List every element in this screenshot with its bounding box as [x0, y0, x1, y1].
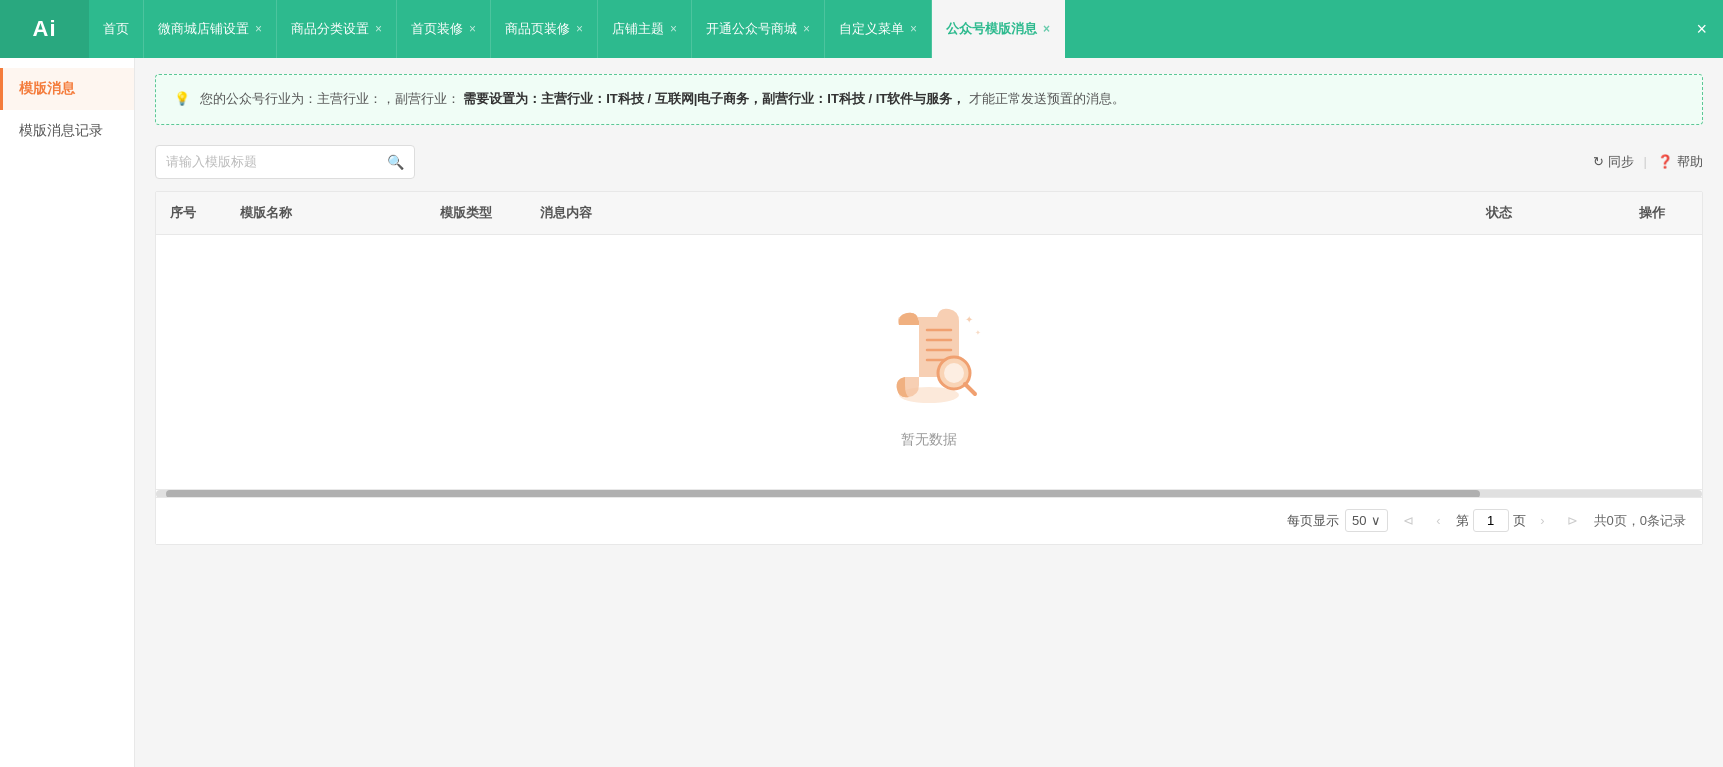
nav-tab-shop-theme[interactable]: 店铺主题× [598, 0, 692, 58]
tab-close-product-page-decor[interactable]: × [576, 22, 583, 36]
sidebar-item-template-msg-log[interactable]: 模版消息记录 [0, 110, 134, 152]
help-label: 帮助 [1677, 153, 1703, 171]
help-icon: ❓ [1657, 154, 1673, 169]
page-label: 第 [1456, 512, 1469, 530]
page-suffix: 页 [1513, 512, 1526, 530]
col-type: 模版类型 [426, 192, 526, 234]
empty-text: 暂无数据 [901, 431, 957, 449]
tab-close-template-msg[interactable]: × [1043, 22, 1050, 36]
page-size-dropdown[interactable]: 50 ∨ [1345, 509, 1387, 532]
sync-label: 同步 [1608, 153, 1634, 171]
logo: Ai [0, 0, 89, 58]
last-page-button[interactable]: ⊳ [1560, 508, 1586, 534]
notice-prefix: 您的公众号行业为：主营行业：，副营行业： [200, 91, 460, 106]
notice-suffix: 才能正常发送预置的消息。 [969, 91, 1125, 106]
main-layout: 模版消息模版消息记录 💡 您的公众号行业为：主营行业：，副营行业： 需要设置为：… [0, 58, 1723, 767]
empty-illustration: ✦ ✦ [869, 295, 989, 415]
page-nav: ⊲ ‹ 第 页 › ⊳ [1396, 508, 1586, 534]
tab-close-shop-theme[interactable]: × [670, 22, 677, 36]
svg-text:✦: ✦ [975, 329, 981, 336]
search-icon[interactable]: 🔍 [387, 154, 404, 170]
notice-box: 💡 您的公众号行业为：主营行业：，副营行业： 需要设置为：主营行业：IT科技 /… [155, 74, 1703, 125]
nav-tabs: 首页微商城店铺设置×商品分类设置×首页装修×商品页装修×店铺主题×开通公众号商城… [89, 0, 1680, 58]
sidebar: 模版消息模版消息记录 [0, 58, 135, 767]
empty-state: ✦ ✦ 暂无数据 [156, 235, 1702, 489]
pagination: 每页显示 50 ∨ ⊲ ‹ 第 页 › ⊳ 共0页，0条记录 [156, 497, 1702, 544]
col-name: 模版名称 [226, 192, 426, 234]
data-table: 序号 模版名称 模版类型 消息内容 状态 操作 [155, 191, 1703, 545]
global-close-button[interactable]: × [1680, 0, 1723, 58]
nav-tab-open-wechat-mall[interactable]: 开通公众号商城× [692, 0, 825, 58]
page-size-select: 每页显示 50 ∨ [1287, 509, 1387, 532]
nav-tab-product-category[interactable]: 商品分类设置× [277, 0, 397, 58]
horizontal-scrollbar[interactable] [156, 489, 1702, 497]
tab-close-open-wechat-mall[interactable]: × [803, 22, 810, 36]
nav-tab-template-msg[interactable]: 公众号模版消息× [932, 0, 1065, 58]
scrollbar-track [156, 490, 1702, 497]
tab-close-wsc-settings[interactable]: × [255, 22, 262, 36]
svg-text:✦: ✦ [965, 314, 973, 325]
col-status: 状态 [1472, 192, 1602, 234]
search-bar: 🔍 ↻ 同步 | ❓ 帮助 [155, 145, 1703, 179]
svg-point-6 [944, 363, 964, 383]
content-area: 💡 您的公众号行业为：主营行业：，副营行业： 需要设置为：主营行业：IT科技 /… [135, 58, 1723, 767]
page-size-label: 每页显示 [1287, 512, 1339, 530]
svg-line-7 [965, 384, 975, 394]
notice-icon: 💡 [174, 91, 190, 106]
sync-icon: ↻ [1593, 154, 1604, 169]
first-page-button[interactable]: ⊲ [1396, 508, 1422, 534]
nav-tab-product-page-decor[interactable]: 商品页装修× [491, 0, 598, 58]
tab-close-product-category[interactable]: × [375, 22, 382, 36]
search-input-wrap[interactable]: 🔍 [155, 145, 415, 179]
notice-highlight: 需要设置为：主营行业：IT科技 / 互联网|电子商务，副营行业：IT科技 / I… [463, 91, 965, 106]
nav-tab-wsc-settings[interactable]: 微商城店铺设置× [144, 0, 277, 58]
dropdown-icon: ∨ [1371, 513, 1381, 528]
sidebar-item-template-msg[interactable]: 模版消息 [0, 68, 134, 110]
next-page-button[interactable]: › [1530, 508, 1556, 534]
current-page-input[interactable] [1473, 509, 1509, 532]
search-input[interactable] [166, 154, 387, 169]
nav-tab-home[interactable]: 首页 [89, 0, 144, 58]
page-size-value: 50 [1352, 513, 1366, 528]
col-seq: 序号 [156, 192, 226, 234]
tab-close-homepage-decor[interactable]: × [469, 22, 476, 36]
col-content: 消息内容 [526, 192, 1472, 234]
scrollbar-thumb [166, 490, 1480, 497]
help-button[interactable]: ❓ 帮助 [1657, 153, 1703, 171]
page-total: 共0页，0条记录 [1594, 512, 1686, 530]
top-nav: Ai 首页微商城店铺设置×商品分类设置×首页装修×商品页装修×店铺主题×开通公众… [0, 0, 1723, 58]
col-action: 操作 [1602, 192, 1702, 234]
divider: | [1644, 154, 1647, 169]
tab-close-custom-menu[interactable]: × [910, 22, 917, 36]
table-header: 序号 模版名称 模版类型 消息内容 状态 操作 [156, 192, 1702, 235]
toolbar-right: ↻ 同步 | ❓ 帮助 [1593, 153, 1703, 171]
sync-button[interactable]: ↻ 同步 [1593, 153, 1634, 171]
nav-tab-custom-menu[interactable]: 自定义菜单× [825, 0, 932, 58]
prev-page-button[interactable]: ‹ [1426, 508, 1452, 534]
nav-tab-homepage-decor[interactable]: 首页装修× [397, 0, 491, 58]
